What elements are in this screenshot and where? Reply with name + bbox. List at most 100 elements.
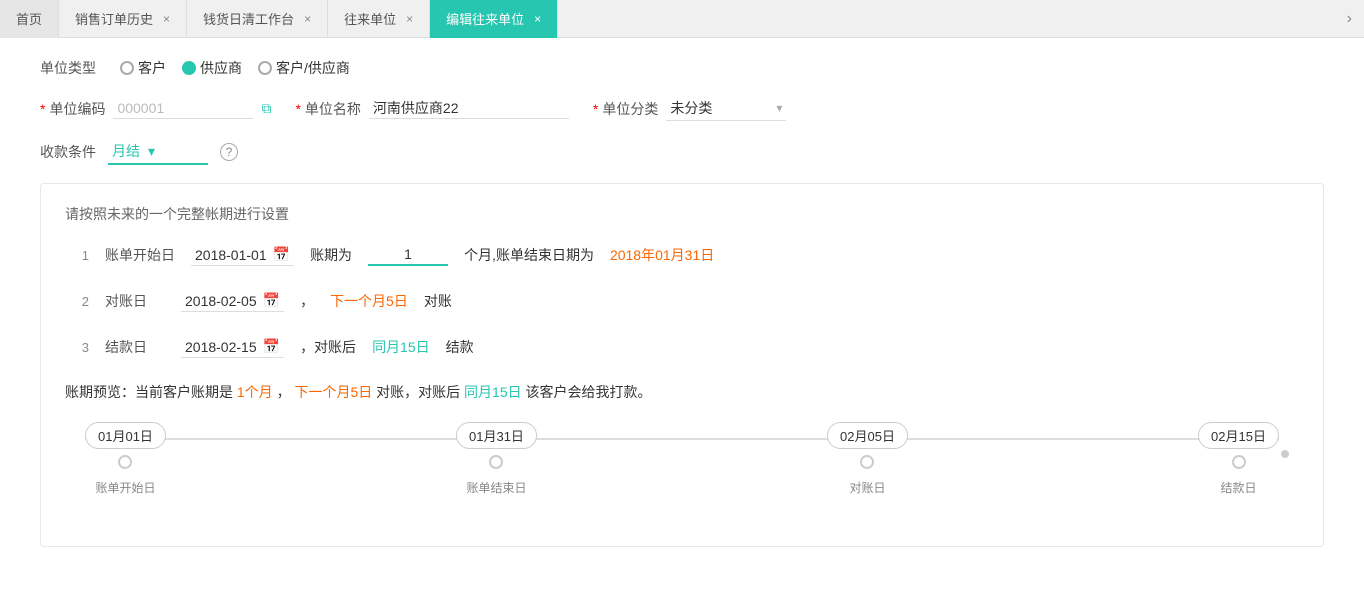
timeline-node-3: 02月15日 结款日 <box>1198 422 1279 496</box>
radio-supplier[interactable]: 供应商 <box>182 58 242 78</box>
period-end-date: 2018年01月31日 <box>610 245 714 265</box>
fields-row: 单位编码 ⧉ 单位名称 单位分类 未分类 ▾ <box>40 96 1324 121</box>
unit-name-label: 单位名称 <box>295 99 360 119</box>
unit-category-caret-icon: ▾ <box>776 101 782 115</box>
reconcile-highlight: 下一个月5日 <box>330 291 408 311</box>
tab-edit-partner-close[interactable]: × <box>534 12 541 26</box>
payment-date-input: 2018-02-15 📅 <box>181 336 284 358</box>
reconcile-date-input: 2018-02-05 📅 <box>181 290 284 312</box>
unit-type-row: 单位类型 客户 供应商 客户/供应商 <box>40 58 1324 78</box>
start-date-value: 2018-01-01 <box>195 247 267 263</box>
step-2-num: 2 <box>65 294 89 309</box>
radio-customer-label: 客户 <box>138 58 166 78</box>
tab-edit-partner[interactable]: 编辑往来单位 × <box>430 0 558 38</box>
tab-cash-work-label: 钱货日清工作台 <box>203 9 294 28</box>
copy-icon[interactable]: ⧉ <box>261 100 271 117</box>
unit-name-field: 单位名称 <box>295 98 568 119</box>
timeline-node-0: 01月01日 账单开始日 <box>85 422 166 496</box>
tab-more-button[interactable]: › <box>1335 10 1364 28</box>
tab-partner-units-close[interactable]: × <box>406 12 413 26</box>
step-2-label: 对账日 <box>105 291 165 311</box>
node-badge-0: 01月01日 <box>85 422 166 449</box>
tab-cash-work[interactable]: 钱货日清工作台 × <box>187 0 328 38</box>
payment-row: 收款条件 月结 ▾ ? <box>40 139 1324 165</box>
payment-select[interactable]: 月结 ▾ <box>108 139 208 165</box>
start-date-calendar-icon[interactable]: 📅 <box>273 246 290 263</box>
tab-cash-work-close[interactable]: × <box>304 12 311 26</box>
payment-label: 收款条件 <box>40 142 96 162</box>
node-label-0: 账单开始日 <box>95 479 155 496</box>
tab-partner-units[interactable]: 往来单位 × <box>328 0 430 38</box>
preview-middle1: ， <box>277 384 291 400</box>
radio-supplier-label: 供应商 <box>200 58 242 78</box>
tab-sales-history-close[interactable]: × <box>163 12 170 26</box>
timeline-nodes: 01月01日 账单开始日 01月31日 账单结束日 02月05日 对账日 02月… <box>85 422 1279 496</box>
tab-edit-partner-label: 编辑往来单位 <box>446 9 524 28</box>
preview-highlight2: 下一个月5日 <box>294 384 372 400</box>
unit-category-field: 单位分类 未分类 ▾ <box>593 96 786 121</box>
node-circle-1 <box>489 455 503 469</box>
timeline-node-1: 01月31日 账单结束日 <box>456 422 537 496</box>
preview-prefix: 账期预览：当前客户账期是 <box>65 384 233 400</box>
payment-date-value: 2018-02-15 <box>185 339 257 355</box>
timeline-end-dot <box>1281 450 1289 458</box>
radio-supplier-circle <box>182 61 196 75</box>
unit-category-label: 单位分类 <box>593 99 658 119</box>
card-title: 请按照未来的一个完整帐期进行设置 <box>65 204 1299 224</box>
radio-both-label: 客户/供应商 <box>276 58 350 78</box>
radio-customer[interactable]: 客户 <box>120 58 166 78</box>
payment-highlight: 同月15日 <box>372 337 430 357</box>
radio-customer-circle <box>120 61 134 75</box>
node-circle-2 <box>860 455 874 469</box>
step-3-label: 结款日 <box>105 337 165 357</box>
node-badge-3: 02月15日 <box>1198 422 1279 449</box>
reconcile-suffix2: 对账 <box>424 291 452 311</box>
start-date-input: 2018-01-01 📅 <box>191 244 294 266</box>
node-circle-0 <box>118 455 132 469</box>
unit-type-radio-group: 客户 供应商 客户/供应商 <box>120 58 350 78</box>
unit-code-field: 单位编码 ⧉ <box>40 98 271 119</box>
node-label-2: 对账日 <box>849 479 885 496</box>
timeline-container: 01月01日 账单开始日 01月31日 账单结束日 02月05日 对账日 02月… <box>65 422 1299 526</box>
preview-highlight3: 同月15日 <box>464 384 522 400</box>
radio-both-circle <box>258 61 272 75</box>
node-badge-2: 02月05日 <box>827 422 908 449</box>
payment-caret-icon: ▾ <box>148 143 155 160</box>
tab-home-label: 首页 <box>16 9 42 28</box>
payment-date-calendar-icon[interactable]: 📅 <box>263 338 280 355</box>
preview-text: 账期预览：当前客户账期是 1个月 ， 下一个月5日 对账，对账后 同月15日 该… <box>65 382 1299 402</box>
tab-sales-history[interactable]: 销售订单历史 × <box>59 0 187 38</box>
reconcile-suffix1: ， <box>300 291 314 311</box>
preview-middle2: 对账，对账后 <box>376 384 460 400</box>
radio-both[interactable]: 客户/供应商 <box>258 58 350 78</box>
setting-row-2: 2 对账日 2018-02-05 📅 ， 下一个月5日 对账 <box>65 290 1299 312</box>
period-input[interactable] <box>368 244 448 266</box>
step-3-num: 3 <box>65 340 89 355</box>
period-suffix: 个月,账单结束日期为 <box>464 245 594 265</box>
setting-row-3: 3 结款日 2018-02-15 📅 ，对账后 同月15日 结款 <box>65 336 1299 358</box>
unit-type-label: 单位类型 <box>40 58 96 78</box>
setting-row-1: 1 账单开始日 2018-01-01 📅 账期为 个月,账单结束日期为 2018… <box>65 244 1299 266</box>
tab-sales-history-label: 销售订单历史 <box>75 9 153 28</box>
node-label-1: 账单结束日 <box>466 479 526 496</box>
period-prefix: 账期为 <box>310 245 352 265</box>
reconcile-date-value: 2018-02-05 <box>185 293 257 309</box>
tab-partner-units-label: 往来单位 <box>344 9 396 28</box>
payment-suffix1: ，对账后 <box>300 337 356 357</box>
step-1-num: 1 <box>65 248 89 263</box>
preview-highlight1: 1个月 <box>237 384 273 400</box>
reconcile-date-calendar-icon[interactable]: 📅 <box>263 292 280 309</box>
unit-name-input[interactable] <box>369 98 569 119</box>
unit-code-input[interactable] <box>113 98 253 119</box>
node-badge-1: 01月31日 <box>456 422 537 449</box>
unit-category-value: 未分类 <box>670 98 772 118</box>
node-circle-3 <box>1232 455 1246 469</box>
help-icon[interactable]: ? <box>220 143 238 161</box>
preview-suffix: 该客户会给我打款。 <box>526 384 652 400</box>
node-label-3: 结款日 <box>1221 479 1257 496</box>
payment-value: 月结 <box>112 141 140 161</box>
step-1-label: 账单开始日 <box>105 245 175 265</box>
unit-category-select[interactable]: 未分类 ▾ <box>666 96 786 121</box>
tab-home[interactable]: 首页 <box>0 0 59 38</box>
settings-card: 请按照未来的一个完整帐期进行设置 1 账单开始日 2018-01-01 📅 账期… <box>40 183 1324 547</box>
